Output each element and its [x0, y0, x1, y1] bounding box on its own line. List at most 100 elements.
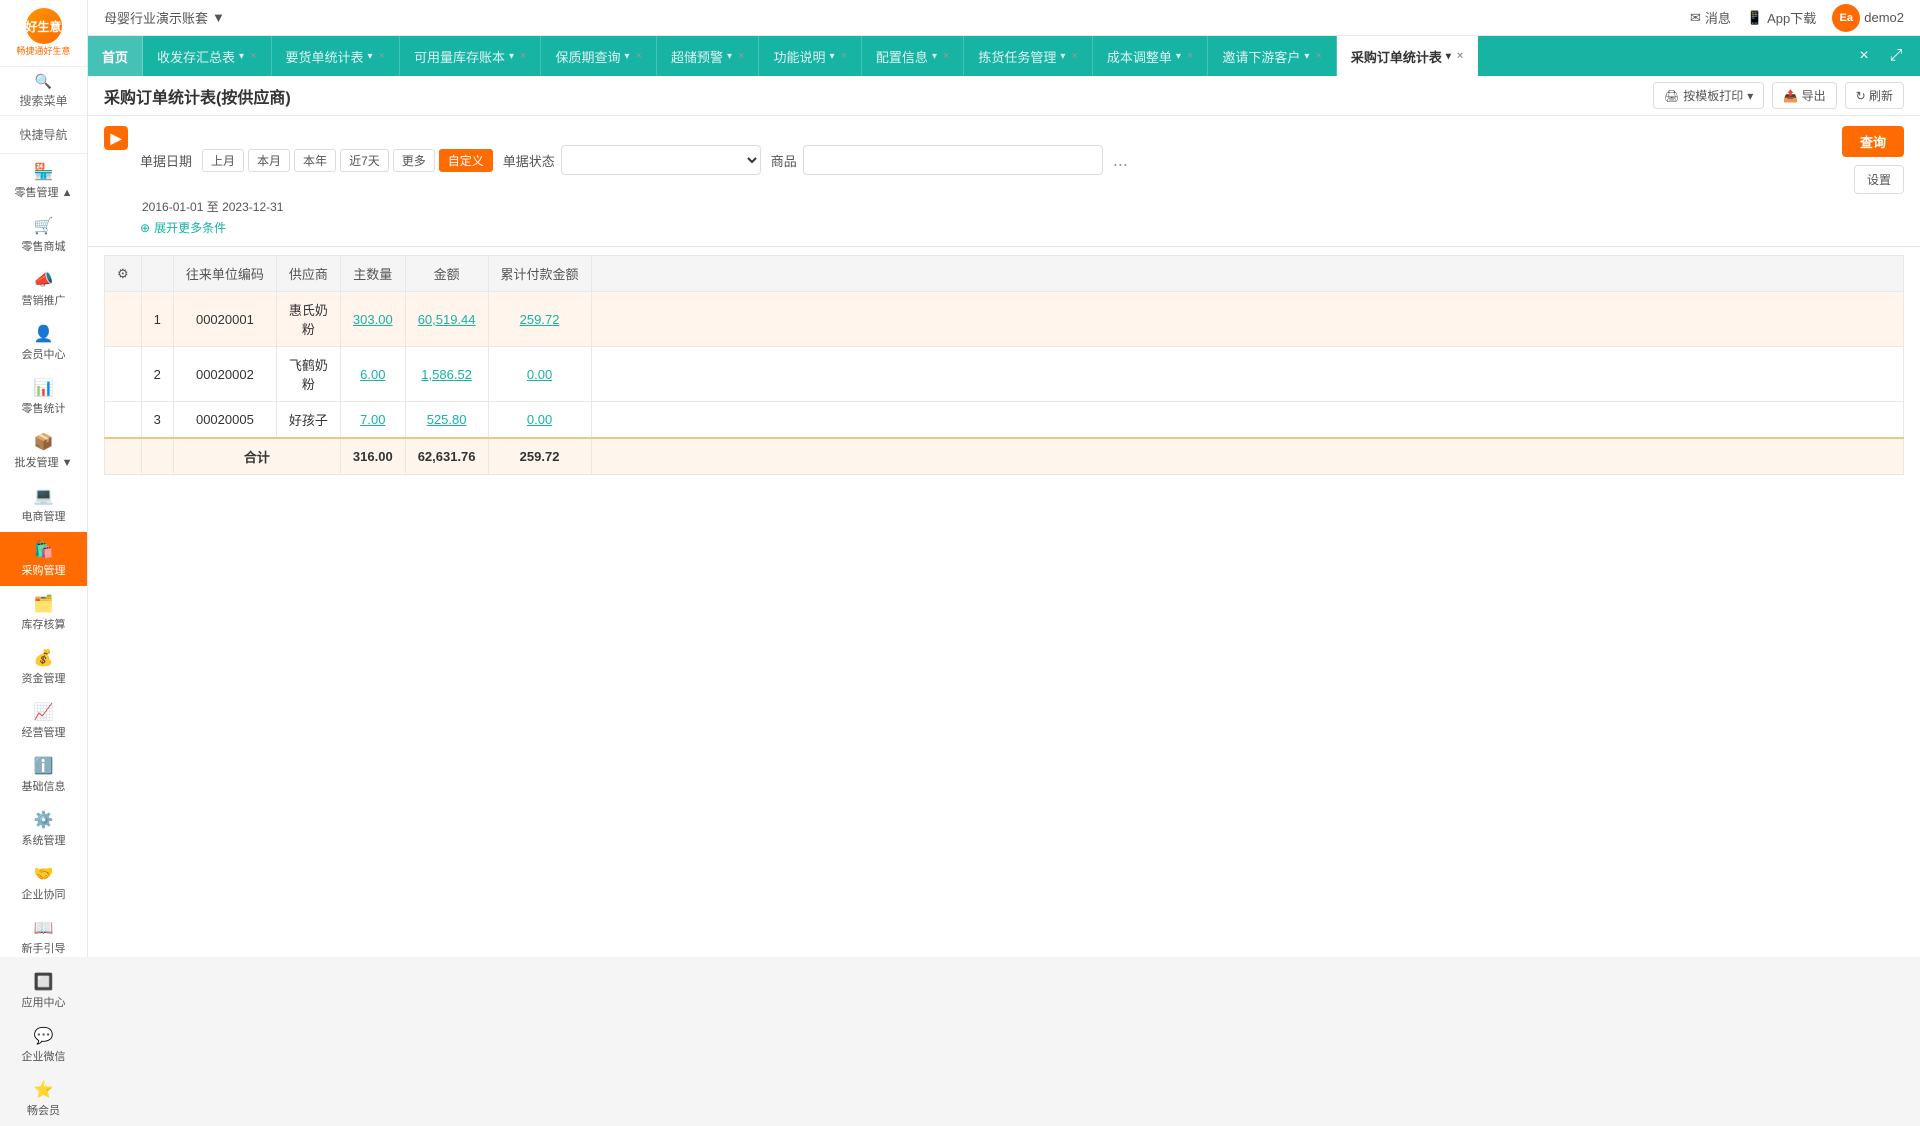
sidebar-item-enterprise-collab[interactable]: 🤝 企业协同: [0, 856, 87, 910]
tab-overstock[interactable]: 超储预警 ▾ ×: [657, 36, 759, 76]
tab-close-icon[interactable]: ×: [943, 50, 949, 62]
sidebar-item-sys-mgmt[interactable]: ⚙️ 系统管理: [0, 802, 87, 856]
sidebar-item-enterprise-wechat[interactable]: 💬 企业微信: [0, 1018, 87, 1072]
tab-recv-send[interactable]: 收发存汇总表 ▾ ×: [143, 36, 271, 76]
tab-label: 邀请下游客户: [1222, 47, 1300, 66]
row-main-qty-cell[interactable]: 6.00: [340, 347, 405, 402]
sidebar-item-marketing[interactable]: 📣 营销推广: [0, 262, 87, 316]
tab-purchase-order-stat[interactable]: 采购订单统计表 ▾ ×: [1337, 36, 1478, 76]
sidebar-item-ops[interactable]: 📈 经营管理: [0, 694, 87, 748]
sidebar-item-member[interactable]: 👤 会员中心: [0, 316, 87, 370]
user-profile-btn[interactable]: Ea demo2: [1832, 4, 1904, 32]
status-filter-select[interactable]: [561, 145, 761, 175]
tab-home[interactable]: 首页: [88, 36, 143, 76]
sidebar-search-btn[interactable]: 🔍 搜索菜单: [0, 67, 87, 116]
tab-func-desc[interactable]: 功能说明 ▾ ×: [759, 36, 861, 76]
query-btn[interactable]: 查询: [1842, 126, 1904, 157]
date-last-month-btn[interactable]: 上月: [202, 149, 244, 172]
row-main-qty-cell[interactable]: 7.00: [340, 402, 405, 439]
sidebar-item-basic-info[interactable]: ℹ️ 基础信息: [0, 748, 87, 802]
app-download-btn[interactable]: 📱 App下载: [1747, 8, 1816, 27]
tab-available-stock[interactable]: 可用量库存账本 ▾ ×: [400, 36, 541, 76]
sidebar-item-finance[interactable]: 💰 资金管理: [0, 640, 87, 694]
sidebar-item-retail-store[interactable]: 🛒 零售商城: [0, 208, 87, 262]
sidebar-item-retail-stat[interactable]: 📊 零售统计: [0, 370, 87, 424]
tab-close-icon[interactable]: ×: [379, 50, 385, 62]
sidebar-item-label: 资金管理: [22, 670, 66, 686]
amount-link[interactable]: 60,519.44: [418, 312, 476, 327]
export-btn[interactable]: 📤 导出: [1772, 82, 1836, 109]
tab-expiry[interactable]: 保质期查询 ▾ ×: [541, 36, 656, 76]
row-amount-cell[interactable]: 60,519.44: [405, 292, 488, 347]
row-supplier-name-cell: 飞鹤奶粉: [276, 347, 340, 402]
sidebar-item-wholesale[interactable]: 📦 批发管理 ▼: [0, 424, 87, 478]
sidebar-item-new-guide[interactable]: 📖 新手引导: [0, 910, 87, 964]
col-settings-header[interactable]: ⚙: [105, 256, 142, 292]
row-paid-amount-cell[interactable]: 259.72: [488, 292, 591, 347]
row-no-cell: 1: [141, 292, 173, 347]
expand-filter-btn[interactable]: ⊕ 展开更多条件: [140, 219, 226, 236]
tab-cost-adjust[interactable]: 成本调整单 ▾ ×: [1093, 36, 1208, 76]
sidebar-item-inventory[interactable]: 🗂️ 库存核算: [0, 586, 87, 640]
close-window-btn[interactable]: ×: [1850, 42, 1878, 70]
row-extra-cell: [591, 402, 1903, 439]
tab-close-icon[interactable]: ×: [738, 50, 744, 62]
print-btn[interactable]: 🖨 按模板打印 ▾: [1653, 82, 1764, 109]
main-qty-link[interactable]: 6.00: [360, 367, 385, 382]
paid-amount-link[interactable]: 0.00: [527, 412, 552, 427]
refresh-btn[interactable]: ↻ 刷新: [1845, 82, 1904, 109]
sidebar-item-ecommerce[interactable]: 💻 电商管理: [0, 478, 87, 532]
date-more-btn[interactable]: 更多: [393, 149, 435, 172]
shortcut-nav-label[interactable]: 快捷导航: [0, 120, 87, 149]
tab-close-icon[interactable]: ×: [840, 50, 846, 62]
date-custom-btn[interactable]: 自定义: [439, 149, 493, 172]
settings-btn[interactable]: 设置: [1854, 165, 1904, 194]
amount-link[interactable]: 525.80: [427, 412, 467, 427]
tab-close-icon[interactable]: ×: [250, 50, 256, 62]
sidebar-item-purchase[interactable]: 🛍️ 采购管理: [0, 532, 87, 586]
paid-amount-link[interactable]: 0.00: [527, 367, 552, 382]
col-main-qty-header: 主数量: [340, 256, 405, 292]
tab-close-icon[interactable]: ×: [1187, 50, 1193, 62]
paid-amount-link[interactable]: 259.72: [520, 312, 560, 327]
sidebar-item-app-center[interactable]: 🔲 应用中心: [0, 964, 87, 1018]
app-download-icon: 📱: [1747, 10, 1763, 26]
main-qty-link[interactable]: 303.00: [353, 312, 393, 327]
amount-link[interactable]: 1,586.52: [421, 367, 472, 382]
row-amount-cell[interactable]: 525.80: [405, 402, 488, 439]
date-this-month-btn[interactable]: 本月: [248, 149, 290, 172]
tab-close-icon[interactable]: ×: [1457, 50, 1463, 62]
date-7days-btn[interactable]: 近7天: [340, 149, 389, 172]
filter-toggle-btn[interactable]: ▶: [104, 126, 128, 150]
tab-close-icon[interactable]: ×: [1315, 50, 1321, 62]
row-paid-amount-cell[interactable]: 0.00: [488, 347, 591, 402]
goods-filter-more-btn[interactable]: ...: [1109, 150, 1132, 171]
tab-invite[interactable]: 邀请下游客户 ▾ ×: [1208, 36, 1336, 76]
message-btn[interactable]: ✉ 消息: [1690, 8, 1731, 27]
goods-filter-input[interactable]: [803, 145, 1103, 175]
row-paid-amount-cell[interactable]: 0.00: [488, 402, 591, 439]
sidebar-shortcut-nav[interactable]: 快捷导航: [0, 116, 87, 154]
tab-close-icon[interactable]: ×: [1071, 50, 1077, 62]
row-supplier-code-cell: 00020005: [173, 402, 276, 439]
row-amount-cell[interactable]: 1,586.52: [405, 347, 488, 402]
tab-config[interactable]: 配置信息 ▾ ×: [862, 36, 964, 76]
maximize-window-btn[interactable]: ⤢: [1882, 42, 1910, 70]
tab-pick-task[interactable]: 拣货任务管理 ▾ ×: [964, 36, 1092, 76]
sidebar-item-retail-mgmt[interactable]: 🏪 零售管理 ▲: [0, 154, 87, 208]
summary-label-cell: 合计: [173, 438, 340, 475]
account-selector[interactable]: 母婴行业演示账套 ▼: [104, 8, 225, 27]
tab-close-icon[interactable]: ×: [520, 50, 526, 62]
tab-label: 拣货任务管理: [978, 47, 1056, 66]
table-footer: 合计 316.00 62,631.76 259.72: [105, 438, 1904, 475]
tab-req-stat[interactable]: 要货单统计表 ▾ ×: [272, 36, 400, 76]
tab-arrow: ▾: [1304, 51, 1309, 62]
goods-filter-label: 商品: [771, 151, 797, 170]
tab-arrow: ▾: [829, 51, 834, 62]
row-main-qty-cell[interactable]: 303.00: [340, 292, 405, 347]
date-this-year-btn[interactable]: 本年: [294, 149, 336, 172]
tab-close-icon[interactable]: ×: [636, 50, 642, 62]
main-qty-link[interactable]: 7.00: [360, 412, 385, 427]
page-header: 采购订单统计表(按供应商) 🖨 按模板打印 ▾ 📤 导出 ↻ 刷新: [88, 76, 1920, 116]
sidebar-item-vip[interactable]: ⭐ 畅会员: [0, 1072, 87, 1126]
